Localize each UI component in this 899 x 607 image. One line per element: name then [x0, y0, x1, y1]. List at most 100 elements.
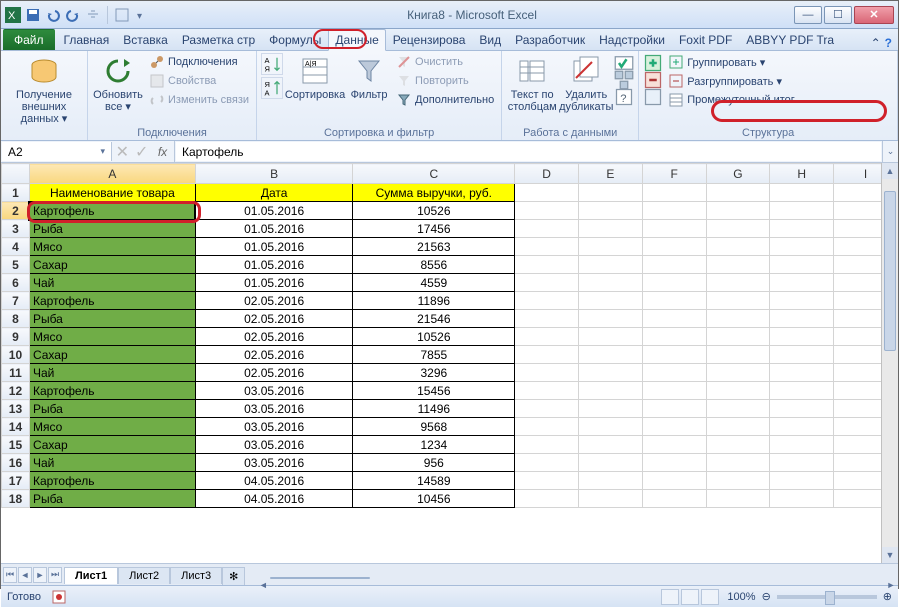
cell[interactable] — [706, 364, 770, 382]
cell[interactable]: 4559 — [353, 274, 515, 292]
cell[interactable] — [770, 400, 834, 418]
vscroll-thumb[interactable] — [884, 191, 896, 351]
cell[interactable]: 11496 — [353, 400, 515, 418]
sheet-tab-1[interactable]: Лист1 — [64, 567, 118, 584]
cell[interactable] — [706, 238, 770, 256]
cell[interactable]: Рыба — [29, 400, 195, 418]
sheet-tab-2[interactable]: Лист2 — [118, 567, 170, 584]
cell[interactable] — [579, 220, 643, 238]
cell[interactable] — [706, 202, 770, 220]
cell[interactable] — [770, 490, 834, 508]
zoom-level[interactable]: 100% — [727, 591, 755, 603]
cell[interactable] — [706, 184, 770, 202]
zoom-slider[interactable] — [777, 595, 877, 599]
cell[interactable] — [515, 418, 579, 436]
refresh-all-button[interactable]: Обновить все ▾ — [92, 53, 144, 115]
cell[interactable]: Картофель — [29, 292, 195, 310]
row-hdr[interactable]: 15 — [2, 436, 30, 454]
cell[interactable]: Сахар — [29, 346, 195, 364]
cell[interactable] — [579, 274, 643, 292]
cell[interactable] — [515, 382, 579, 400]
tab-formulas[interactable]: Формулы — [262, 29, 328, 50]
macro-record-icon[interactable] — [51, 589, 67, 605]
cell[interactable] — [770, 256, 834, 274]
cell[interactable]: 21546 — [353, 310, 515, 328]
sort-asc-icon[interactable]: АЯ — [261, 53, 283, 75]
reapply-button[interactable]: Повторить — [393, 72, 497, 90]
tab-data[interactable]: Данные — [328, 29, 385, 51]
col-H[interactable]: H — [770, 164, 834, 184]
row-hdr[interactable]: 17 — [2, 472, 30, 490]
cell[interactable]: 02.05.2016 — [195, 328, 353, 346]
row-hdr[interactable]: 7 — [2, 292, 30, 310]
cell[interactable] — [770, 472, 834, 490]
tab-home[interactable]: Главная — [57, 29, 117, 50]
fx-button[interactable]: fx — [151, 141, 175, 162]
tab-view[interactable]: Вид — [472, 29, 508, 50]
first-sheet-icon[interactable]: ⏮ — [3, 567, 17, 583]
page-layout-view-icon[interactable] — [681, 589, 699, 605]
cell[interactable] — [515, 400, 579, 418]
cell[interactable]: Картофель — [29, 472, 195, 490]
cell[interactable] — [579, 490, 643, 508]
cell[interactable]: 1234 — [353, 436, 515, 454]
ungroup-icon[interactable] — [643, 70, 663, 86]
cell[interactable] — [706, 346, 770, 364]
cell[interactable] — [515, 220, 579, 238]
cell[interactable]: 10456 — [353, 490, 515, 508]
last-sheet-icon[interactable]: ⏭ — [48, 567, 62, 583]
next-sheet-icon[interactable]: ► — [33, 567, 47, 583]
cell[interactable] — [706, 274, 770, 292]
cell[interactable] — [642, 454, 706, 472]
row-hdr[interactable]: 8 — [2, 310, 30, 328]
cell[interactable]: Рыба — [29, 490, 195, 508]
cell[interactable] — [515, 454, 579, 472]
cell[interactable]: Рыба — [29, 220, 195, 238]
cell[interactable]: Мясо — [29, 238, 195, 256]
cell[interactable] — [770, 274, 834, 292]
save-icon[interactable] — [25, 7, 41, 23]
cell[interactable] — [579, 436, 643, 454]
row-hdr[interactable]: 5 — [2, 256, 30, 274]
minimize-ribbon-icon[interactable]: ⌃ — [871, 36, 881, 50]
tab-review[interactable]: Рецензирова — [386, 29, 473, 50]
cell[interactable] — [642, 400, 706, 418]
cell[interactable]: 01.05.2016 — [195, 256, 353, 274]
tab-page-layout[interactable]: Разметка стр — [175, 29, 262, 50]
cell[interactable] — [515, 184, 579, 202]
cell[interactable]: Рыба — [29, 310, 195, 328]
tab-developer[interactable]: Разработчик — [508, 29, 592, 50]
prev-sheet-icon[interactable]: ◄ — [18, 567, 32, 583]
cell[interactable] — [770, 220, 834, 238]
cell[interactable] — [515, 274, 579, 292]
cell[interactable]: Чай — [29, 454, 195, 472]
col-E[interactable]: E — [579, 164, 643, 184]
cell[interactable] — [515, 364, 579, 382]
cell[interactable]: 3296 — [353, 364, 515, 382]
cell[interactable]: 17456 — [353, 220, 515, 238]
cell[interactable]: Мясо — [29, 328, 195, 346]
cell[interactable]: Дата — [195, 184, 353, 202]
group-icon[interactable] — [643, 53, 663, 69]
col-B[interactable]: B — [195, 164, 353, 184]
cell[interactable] — [642, 328, 706, 346]
tab-file[interactable]: Файл — [3, 29, 55, 50]
cell[interactable]: 02.05.2016 — [195, 310, 353, 328]
undo-icon[interactable] — [45, 7, 61, 23]
col-A[interactable]: A — [29, 164, 195, 184]
filter-button[interactable]: Фильтр — [347, 53, 391, 103]
cell[interactable] — [579, 418, 643, 436]
new-sheet-button[interactable]: ✻ — [222, 567, 245, 585]
cell[interactable] — [642, 238, 706, 256]
cell[interactable] — [706, 328, 770, 346]
cell[interactable]: Мясо — [29, 418, 195, 436]
cell[interactable]: Сахар — [29, 436, 195, 454]
cell[interactable] — [515, 310, 579, 328]
get-external-data-button[interactable]: Получение внешних данных ▾ — [5, 53, 83, 127]
cell[interactable] — [642, 202, 706, 220]
row-hdr[interactable]: 13 — [2, 400, 30, 418]
zoom-out-icon[interactable]: ⊖ — [762, 590, 771, 603]
worksheet-grid[interactable]: A B C D E F G H I 1Наименование товараДа… — [1, 163, 898, 563]
remove-duplicates-button[interactable]: Удалить дубликаты — [560, 53, 612, 115]
text-to-columns-button[interactable]: Текст по столбцам — [506, 53, 558, 115]
